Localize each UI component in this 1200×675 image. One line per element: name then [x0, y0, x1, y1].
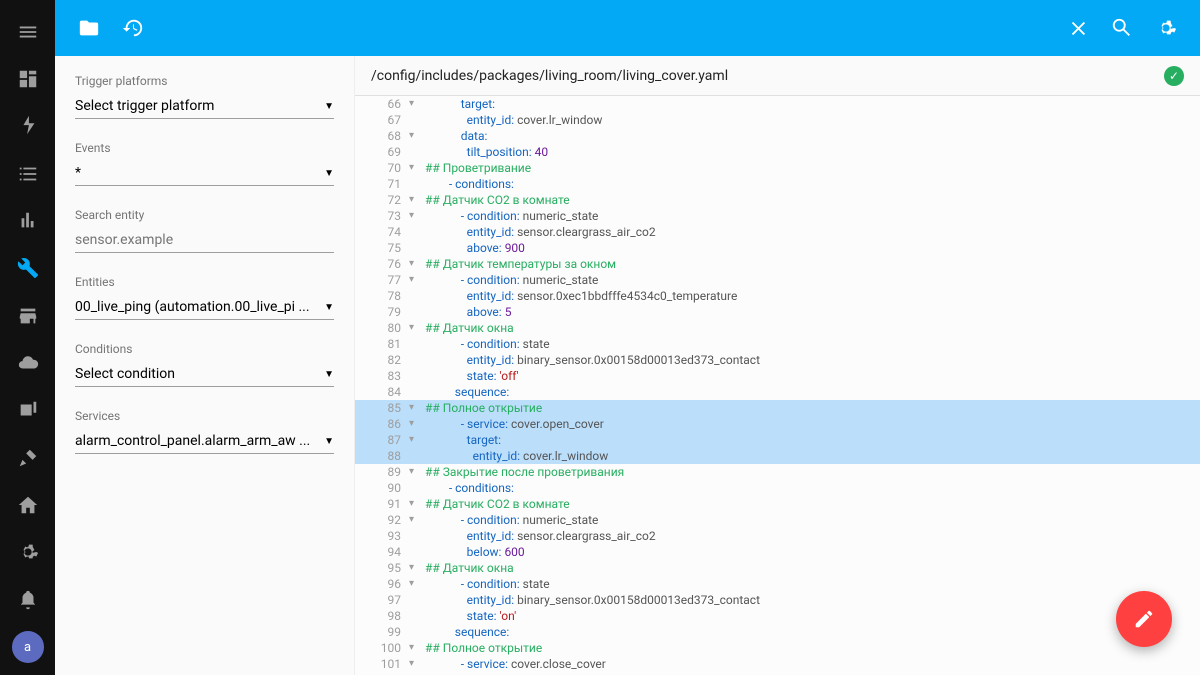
status-ok-icon: ✓	[1164, 66, 1184, 86]
code-line[interactable]: 91▾## Датчик CO2 в комнате	[355, 496, 1200, 512]
code-line[interactable]: 89▾## Закрытие после проветривания	[355, 464, 1200, 480]
code-line[interactable]: 86▾ - service: cover.open_cover	[355, 416, 1200, 432]
topbar	[55, 0, 1200, 56]
services-select[interactable]: alarm_control_panel.alarm_arm_aw ...▼	[75, 429, 334, 454]
code-line[interactable]: 93 entity_id: sensor.cleargrass_air_co2	[355, 528, 1200, 544]
code-line[interactable]: 101▾ - service: cover.close_cover	[355, 656, 1200, 672]
trigger-platforms-select[interactable]: Select trigger platform▼	[75, 94, 334, 119]
editor-pane: /config/includes/packages/living_room/li…	[355, 56, 1200, 675]
store-icon[interactable]	[0, 292, 55, 339]
code-line[interactable]: 75 above: 900	[355, 240, 1200, 256]
code-line[interactable]: 70▾## Проветривание	[355, 160, 1200, 176]
code-editor[interactable]: 66▾ target:67 entity_id: cover.lr_window…	[355, 96, 1200, 675]
dashboard-icon[interactable]	[0, 55, 55, 102]
code-line[interactable]: 66▾ target:	[355, 96, 1200, 112]
events-label: Events	[75, 141, 334, 155]
code-line[interactable]: 92▾ - condition: numeric_state	[355, 512, 1200, 528]
folder-icon[interactable]	[67, 6, 111, 50]
search-entity-label: Search entity	[75, 208, 334, 222]
code-line[interactable]: 77▾ - condition: numeric_state	[355, 272, 1200, 288]
code-line[interactable]: 67 entity_id: cover.lr_window	[355, 112, 1200, 128]
code-line[interactable]: 90 - conditions:	[355, 480, 1200, 496]
list-icon[interactable]	[0, 150, 55, 197]
file-path: /config/includes/packages/living_room/li…	[371, 68, 1164, 84]
conditions-label: Conditions	[75, 342, 334, 356]
code-line[interactable]: 73▾ - condition: numeric_state	[355, 208, 1200, 224]
code-line[interactable]: 84 sequence:	[355, 384, 1200, 400]
search-entity-input[interactable]	[75, 228, 334, 253]
history-icon[interactable]	[111, 6, 155, 50]
code-line[interactable]: 94 below: 600	[355, 544, 1200, 560]
code-line[interactable]: 88 entity_id: cover.lr_window	[355, 448, 1200, 464]
code-line[interactable]: 81 - condition: state	[355, 336, 1200, 352]
code-line[interactable]: 69 tilt_position: 40	[355, 144, 1200, 160]
search-icon[interactable]	[1100, 6, 1144, 50]
edit-fab[interactable]	[1116, 591, 1172, 647]
menu-icon[interactable]	[0, 8, 55, 55]
entities-label: Entities	[75, 275, 334, 289]
tools-sidebar: Trigger platforms Select trigger platfor…	[55, 56, 355, 675]
code-line[interactable]: 76▾## Датчик температуры за окном	[355, 256, 1200, 272]
home-icon[interactable]	[0, 481, 55, 528]
code-line[interactable]: 85▾## Полное открытие	[355, 400, 1200, 416]
energy-icon[interactable]	[0, 103, 55, 150]
code-line[interactable]: 78 entity_id: sensor.0xec1bbdfffe4534c0_…	[355, 288, 1200, 304]
entities-select[interactable]: 00_live_ping (automation.00_live_pi ...▼	[75, 295, 334, 320]
events-select[interactable]: *▼	[75, 161, 334, 186]
media-icon[interactable]	[0, 387, 55, 434]
chart-icon[interactable]	[0, 197, 55, 244]
conditions-select[interactable]: Select condition▼	[75, 362, 334, 387]
notifications-icon[interactable]	[0, 576, 55, 623]
code-line[interactable]: 82 entity_id: binary_sensor.0x00158d0001…	[355, 352, 1200, 368]
gear-icon[interactable]	[1144, 6, 1188, 50]
code-line[interactable]: 97 entity_id: binary_sensor.0x00158d0001…	[355, 592, 1200, 608]
code-line[interactable]: 98 state: 'on'	[355, 608, 1200, 624]
code-line[interactable]: 95▾## Датчик окна	[355, 560, 1200, 576]
code-line[interactable]: 80▾## Датчик окна	[355, 320, 1200, 336]
code-line[interactable]: 74 entity_id: sensor.cleargrass_air_co2	[355, 224, 1200, 240]
code-line[interactable]: 99 sequence:	[355, 624, 1200, 640]
nav-rail: a	[0, 0, 55, 675]
trigger-platforms-label: Trigger platforms	[75, 74, 334, 88]
code-line[interactable]: 83 state: 'off'	[355, 368, 1200, 384]
user-avatar[interactable]: a	[12, 631, 44, 663]
devtools-icon[interactable]	[0, 245, 55, 292]
code-line[interactable]: 100▾## Полное открытие	[355, 640, 1200, 656]
close-icon[interactable]	[1056, 6, 1100, 50]
services-label: Services	[75, 409, 334, 423]
code-line[interactable]: 71 - conditions:	[355, 176, 1200, 192]
code-line[interactable]: 96▾ - condition: state	[355, 576, 1200, 592]
code-line[interactable]: 72▾## Датчик CO2 в комнате	[355, 192, 1200, 208]
probe-icon[interactable]	[0, 434, 55, 481]
cloud-icon[interactable]	[0, 339, 55, 386]
settings-icon[interactable]	[0, 529, 55, 576]
code-line[interactable]: 79 above: 5	[355, 304, 1200, 320]
code-line[interactable]: 68▾ data:	[355, 128, 1200, 144]
code-line[interactable]: 87▾ target:	[355, 432, 1200, 448]
